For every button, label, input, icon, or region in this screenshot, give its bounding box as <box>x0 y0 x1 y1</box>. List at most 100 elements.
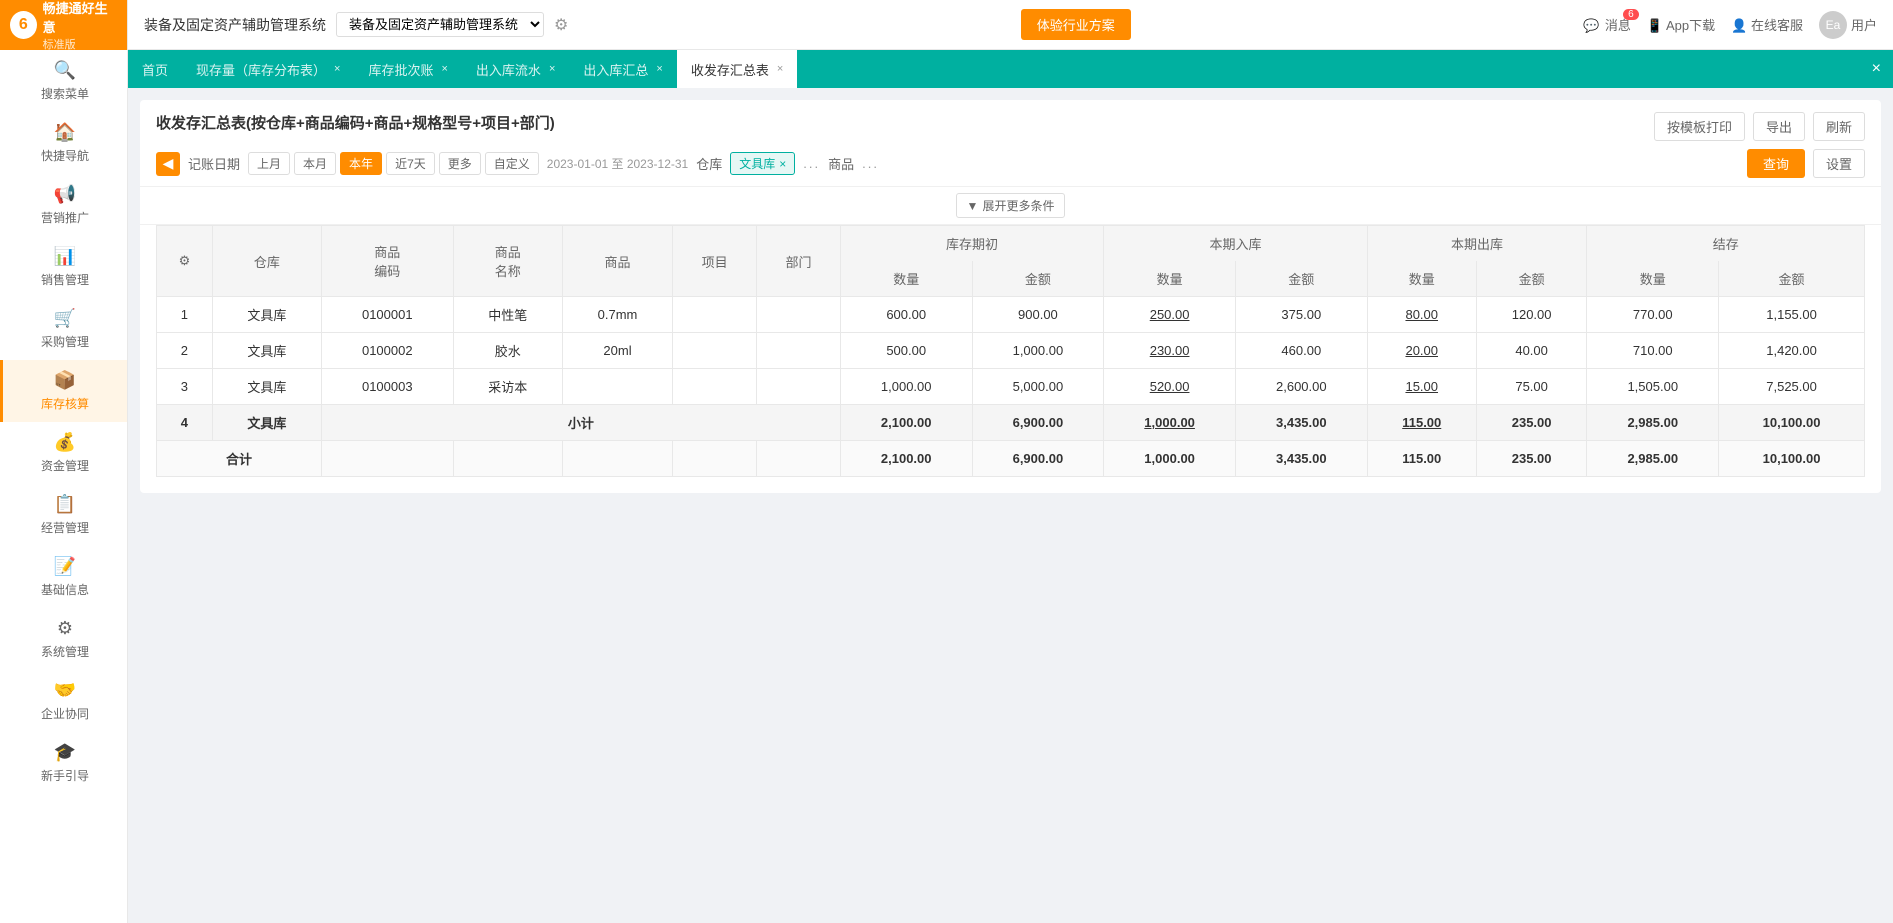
filter-collapse-btn[interactable]: ◀ <box>156 152 180 176</box>
cell-in-qty[interactable]: 250.00 <box>1104 297 1236 333</box>
total-bal-amt: 10,100.00 <box>1719 441 1865 477</box>
header-left: 装备及固定资产辅助管理系统 装备及固定资产辅助管理系统 ⚙ <box>144 12 568 37</box>
sidebar-item-search[interactable]: 🔍搜索菜单 <box>0 50 127 112</box>
sidebar-icon-quick_nav: 🏠 <box>54 122 76 143</box>
sidebar-label-purchase: 采购管理 <box>41 333 89 350</box>
th-bal-qty: 数量 <box>1587 261 1719 297</box>
th-settings[interactable]: ⚙ <box>157 226 213 297</box>
tab-batch_ledger[interactable]: 库存批次账 × <box>354 50 461 88</box>
sub-in-qty[interactable]: 1,000.00 <box>1104 405 1236 441</box>
tab-bar: 首页现存量（库存分布表）×库存批次账×出入库流水×出入库汇总×收发存汇总表×× <box>128 50 1893 88</box>
cell-bal-qty: 1,505.00 <box>1587 369 1719 405</box>
top-header: 装备及固定资产辅助管理系统 装备及固定资产辅助管理系统 ⚙ 体验行业方案 💬 消… <box>128 0 1893 50</box>
tab-inventory_dist[interactable]: 现存量（库存分布表） × <box>182 50 354 88</box>
sidebar-item-quick_nav[interactable]: 🏠 快捷导航 <box>0 112 127 174</box>
tab-label-recv_send_summary: 收发存汇总表 <box>691 60 769 79</box>
settings-btn[interactable]: 设置 <box>1813 149 1865 178</box>
tab-close-recv_send_summary[interactable]: × <box>777 63 783 75</box>
try-btn[interactable]: 体验行业方案 <box>1021 9 1131 40</box>
tab-inout_summary[interactable]: 出入库汇总× <box>569 50 676 88</box>
tab-label-batch_ledger: 库存批次账 <box>368 60 433 79</box>
tab-close-batch_ledger[interactable]: × <box>441 63 447 75</box>
goods-more-dots[interactable]: ... <box>862 156 879 171</box>
sidebar-item-inventory[interactable]: 📦库存核算 <box>0 360 127 422</box>
date-btn-本月[interactable]: 本月 <box>294 152 336 175</box>
cell-in-amt: 2,600.00 <box>1235 369 1367 405</box>
sidebar-label-basic: 基础信息 <box>41 581 89 598</box>
sidebar-icon-operation: 📋 <box>54 494 76 515</box>
date-range: 2023-01-01 至 2023-12-31 <box>547 155 688 172</box>
tab-recv_send_summary[interactable]: 收发存汇总表 × <box>677 50 797 88</box>
cell-open-amt: 1,000.00 <box>972 333 1104 369</box>
tab-home[interactable]: 首页 <box>128 50 182 88</box>
header-center: 体验行业方案 <box>1021 9 1131 40</box>
date-btn-上月[interactable]: 上月 <box>248 152 290 175</box>
sidebar-item-operation[interactable]: 📋经营管理 <box>0 484 127 546</box>
date-btn-更多[interactable]: 更多 <box>439 152 481 175</box>
sidebar-item-collab[interactable]: 🤝企业协同 <box>0 670 127 732</box>
th-opening: 库存期初 <box>840 226 1103 262</box>
user-area[interactable]: Ea 用户 <box>1819 11 1877 39</box>
cell-seq: 3 <box>157 369 213 405</box>
tab-close-inventory_dist[interactable]: × <box>334 63 340 75</box>
data-table: ⚙ 仓库 商品编码 商品名称 商品 项目 部门 库存期初 本期入库 本期出库 结… <box>156 225 1865 477</box>
date-btn-自定义[interactable]: 自定义 <box>485 152 539 175</box>
query-btn[interactable]: 查询 <box>1747 149 1805 178</box>
export-btn[interactable]: 导出 <box>1753 112 1805 141</box>
gear-icon[interactable]: ⚙ <box>554 15 568 35</box>
sidebar-item-finance[interactable]: 💰资金管理 <box>0 422 127 484</box>
logo-area: 6 畅捷通好生意 标准版 <box>0 0 127 50</box>
online-service-btn[interactable]: 👤 在线客服 <box>1731 15 1803 34</box>
date-btn-近7天[interactable]: 近7天 <box>386 152 435 175</box>
warehouse-label: 仓库 <box>696 154 722 173</box>
sidebar-label-inventory: 库存核算 <box>41 395 89 412</box>
tab-close-inout_summary[interactable]: × <box>656 63 662 75</box>
total-open-amt: 6,900.00 <box>972 441 1104 477</box>
sidebar-label-sales: 销售管理 <box>41 271 89 288</box>
message-btn[interactable]: 💬 消息 6 <box>1583 15 1631 34</box>
table-row: 2 文具库 0100002 胶水 20ml 500.00 1,000.00 23… <box>157 333 1865 369</box>
refresh-btn[interactable]: 刷新 <box>1813 112 1865 141</box>
sub-out-qty[interactable]: 115.00 <box>1367 405 1476 441</box>
th-code: 商品编码 <box>321 226 453 297</box>
sidebar-label-search: 搜索菜单 <box>41 85 89 102</box>
sys-select[interactable]: 装备及固定资产辅助管理系统 <box>336 12 544 37</box>
sidebar-item-sales[interactable]: 📊 销售管理 <box>0 236 127 298</box>
sidebar-item-basic[interactable]: 📝基础信息 <box>0 546 127 608</box>
sidebar-icon-sales: 📊 <box>54 246 76 267</box>
warehouse-tag[interactable]: 文具库 × <box>730 152 795 175</box>
tab-inout_flow[interactable]: 出入库流水× <box>462 50 569 88</box>
expand-more-btn[interactable]: ▼ 展开更多条件 <box>956 193 1066 218</box>
total-out-qty: 115.00 <box>1367 441 1476 477</box>
th-out: 本期出库 <box>1367 226 1587 262</box>
cell-in-qty[interactable]: 230.00 <box>1104 333 1236 369</box>
th-project: 项目 <box>673 226 757 297</box>
print-btn[interactable]: 按模板打印 <box>1654 112 1745 141</box>
sidebar-menu: 🔍搜索菜单 🏠 快捷导航 📢营销推广 📊 销售管理 🛒采购管理📦库存核算💰资金管理📋经营管理… <box>0 50 127 923</box>
message-icon: 💬 <box>1583 18 1599 33</box>
app-download-btn[interactable]: 📱 App下载 <box>1647 15 1715 34</box>
chevron-down-icon: ▼ <box>967 199 979 213</box>
sidebar-item-marketing[interactable]: 📢营销推广 <box>0 174 127 236</box>
cell-bal-amt: 7,525.00 <box>1719 369 1865 405</box>
tab-close-all[interactable]: × <box>1860 60 1893 78</box>
tab-close-inout_flow[interactable]: × <box>549 63 555 75</box>
cell-project <box>673 297 757 333</box>
cell-out-qty[interactable]: 80.00 <box>1367 297 1476 333</box>
cell-out-qty[interactable]: 20.00 <box>1367 333 1476 369</box>
sidebar-item-newbie[interactable]: 🎓新手引导 <box>0 732 127 794</box>
date-btn-本年[interactable]: 本年 <box>340 152 382 175</box>
goods-label: 商品 <box>828 154 854 173</box>
sub-warehouse: 文具库 <box>212 405 321 441</box>
sidebar-item-purchase[interactable]: 🛒采购管理 <box>0 298 127 360</box>
sidebar-item-system[interactable]: ⚙系统管理 <box>0 608 127 670</box>
tab-label-inventory_dist: 现存量（库存分布表） <box>196 60 326 79</box>
sidebar-label-quick_nav: 快捷导航 <box>41 147 89 164</box>
warehouse-tag-remove[interactable]: × <box>779 157 786 171</box>
cell-in-qty[interactable]: 520.00 <box>1104 369 1236 405</box>
cell-out-qty[interactable]: 15.00 <box>1367 369 1476 405</box>
sidebar-icon-collab: 🤝 <box>54 680 76 701</box>
sidebar-label-finance: 资金管理 <box>41 457 89 474</box>
cell-seq: 1 <box>157 297 213 333</box>
warehouse-more-dots[interactable]: ... <box>803 156 820 171</box>
